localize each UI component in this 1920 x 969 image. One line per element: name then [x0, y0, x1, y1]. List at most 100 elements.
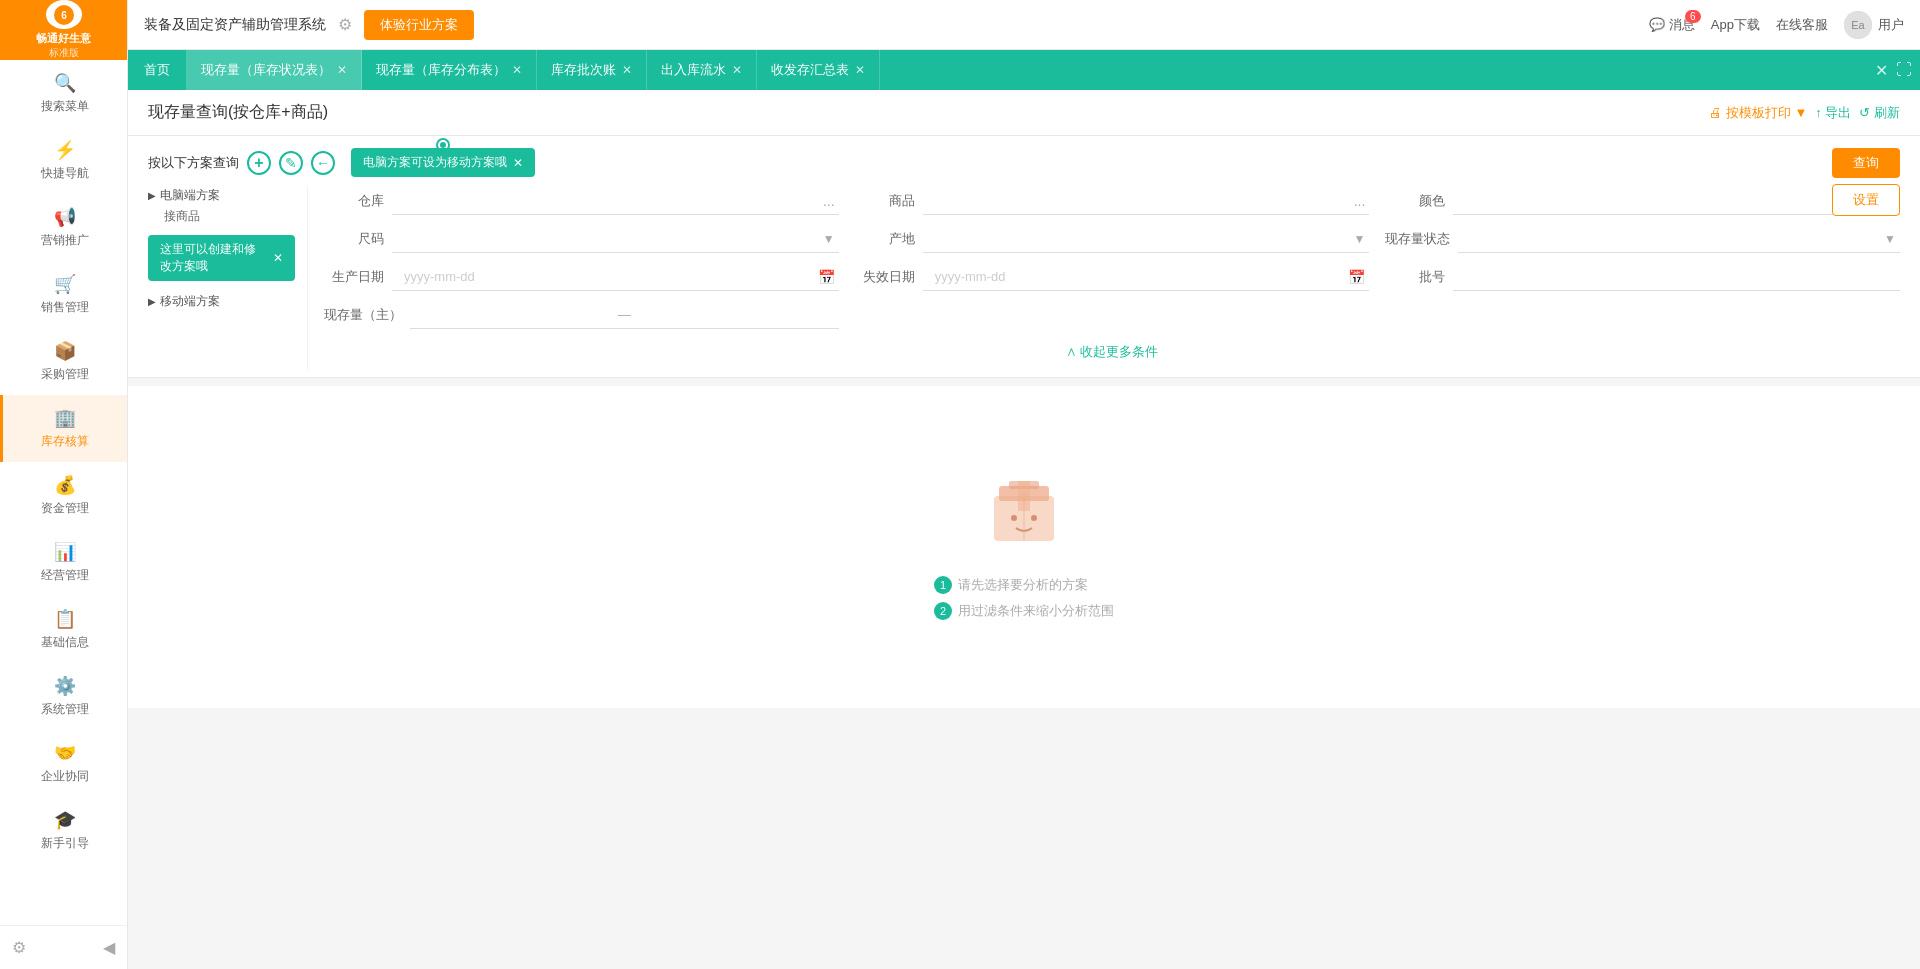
filter-label: 按以下方案查询: [148, 154, 239, 172]
warehouse-label: 仓库: [324, 192, 384, 210]
query-btn[interactable]: 查询: [1832, 148, 1900, 178]
expire-date-calendar-icon[interactable]: 📅: [1348, 269, 1365, 285]
close-all-tabs-icon[interactable]: ✕: [1875, 61, 1888, 80]
add-schema-btn[interactable]: +: [247, 151, 271, 175]
user-area[interactable]: Ea 用户: [1844, 11, 1904, 39]
tab-label: 现存量（库存分布表）: [376, 61, 506, 79]
color-input[interactable]: [1457, 189, 1880, 212]
stock-status-input-wrap: ▼: [1458, 225, 1900, 253]
size-input[interactable]: [396, 227, 819, 250]
origin-dropdown-icon[interactable]: ▼: [1353, 232, 1365, 246]
sidebar-item-label: 搜索菜单: [41, 98, 89, 115]
sidebar-item-purchase[interactable]: 📦 采购管理: [0, 328, 127, 395]
tab-label: 收发存汇总表: [771, 61, 849, 79]
sidebar-item-quick-nav[interactable]: ⚡ 快捷导航: [0, 127, 127, 194]
size-field: 尺码 ▼: [324, 225, 839, 253]
produce-date-input[interactable]: [396, 265, 818, 288]
tab-inventory-dist[interactable]: 现存量（库存分布表） ✕: [362, 50, 537, 90]
settings-icon[interactable]: ⚙: [12, 938, 26, 957]
online-service-link[interactable]: 在线客服: [1776, 16, 1828, 34]
warehouse-input[interactable]: [396, 189, 823, 212]
goods-more-icon[interactable]: ...: [1354, 193, 1366, 209]
maximize-icon[interactable]: ⛶: [1896, 61, 1912, 79]
close-tooltip-icon[interactable]: ✕: [513, 156, 523, 170]
tab-inout-flow[interactable]: 出入库流水 ✕: [647, 50, 757, 90]
tab-home-label: 首页: [144, 61, 170, 79]
sidebar-item-sales[interactable]: 🛒 销售管理: [0, 261, 127, 328]
stock-status-label: 现存量状态: [1385, 230, 1450, 248]
sidebar-item-basic[interactable]: 📋 基础信息: [0, 596, 127, 663]
sidebar-item-inventory[interactable]: 🏢 库存核算: [0, 395, 127, 462]
export-btn[interactable]: ↑ 导出: [1815, 104, 1851, 122]
tip-text-2: 用过滤条件来缩小分析范围: [958, 602, 1114, 620]
expire-date-input[interactable]: [927, 265, 1349, 288]
sidebar-item-marketing[interactable]: 📢 营销推广: [0, 194, 127, 261]
filter-row-4: 现存量（主） —: [324, 301, 1900, 329]
notification-bell[interactable]: 💬 6 消息: [1649, 16, 1695, 34]
back-btn[interactable]: ←: [311, 151, 335, 175]
main-area: 装备及固定资产辅助管理系统 ⚙ 体验行业方案 💬 6 消息 App下载 在线客服…: [128, 0, 1920, 969]
tooltip-pc-scheme[interactable]: 电脑方案可设为移动方案哦 ✕: [351, 148, 535, 177]
stock-status-field: 现存量状态 ▼: [1385, 225, 1900, 253]
tab-inventory-status[interactable]: 现存量（库存状况表） ✕: [187, 50, 362, 90]
app-download-link[interactable]: App下载: [1711, 16, 1760, 34]
tooltip-create-scheme[interactable]: 这里可以创建和修改方案哦 ✕: [148, 235, 295, 281]
bell-icon: 💬: [1649, 17, 1665, 32]
filter-fields: 仓库 ... 商品 ...: [324, 187, 1900, 369]
sidebar-logo: 6 畅通好生意 标准版: [0, 0, 127, 60]
template-print-btn[interactable]: 🖨 按模板打印 ▼: [1709, 104, 1807, 122]
sidebar-item-system[interactable]: ⚙️ 系统管理: [0, 663, 127, 730]
page-header-actions: 🖨 按模板打印 ▼ ↑ 导出 ↺ 刷新: [1709, 104, 1900, 122]
logo-sub: 标准版: [49, 46, 79, 60]
stock-main-from-input[interactable]: [414, 303, 614, 326]
tab-summary[interactable]: 收发存汇总表 ✕: [757, 50, 880, 90]
warehouse-more-icon[interactable]: ...: [823, 193, 835, 209]
close-tab-icon[interactable]: ✕: [512, 63, 522, 77]
goods-input[interactable]: [927, 189, 1354, 212]
close-tab-icon[interactable]: ✕: [622, 63, 632, 77]
empty-tip-1: 1 请先选择要分析的方案: [934, 576, 1114, 594]
stock-main-dash: —: [618, 307, 631, 322]
size-input-wrap: ▼: [392, 225, 839, 253]
edit-schema-btn[interactable]: ✎: [279, 151, 303, 175]
batch-input[interactable]: [1457, 265, 1896, 288]
origin-field: 产地 ▼: [855, 225, 1370, 253]
schema-pc-title[interactable]: ▶ 电脑端方案: [148, 187, 295, 204]
sidebar-item-label: 资金管理: [41, 500, 89, 517]
logo-icon: 6: [46, 0, 82, 29]
sidebar-item-operations[interactable]: 📊 经营管理: [0, 529, 127, 596]
produce-date-input-wrap: 📅: [392, 263, 839, 291]
schema-mobile-title[interactable]: ▶ 移动端方案: [148, 293, 295, 310]
refresh-btn[interactable]: ↺ 刷新: [1859, 104, 1900, 122]
close-tab-icon[interactable]: ✕: [337, 63, 347, 77]
gear-icon[interactable]: ⚙: [338, 15, 352, 34]
stock-status-dropdown-icon[interactable]: ▼: [1884, 232, 1896, 246]
schema-pc-item[interactable]: 接商品: [148, 206, 295, 227]
size-dropdown-icon[interactable]: ▼: [823, 232, 835, 246]
goods-field: 商品 ...: [855, 187, 1370, 215]
empty-state: 1 请先选择要分析的方案 2 用过滤条件来缩小分析范围: [128, 386, 1920, 708]
stock-main-field: 现存量（主） —: [324, 301, 839, 329]
close-tooltip2-icon[interactable]: ✕: [273, 251, 283, 265]
origin-input[interactable]: [927, 227, 1350, 250]
close-tab-icon[interactable]: ✕: [855, 63, 865, 77]
produce-date-calendar-icon[interactable]: 📅: [818, 269, 835, 285]
collapse-sidebar-icon[interactable]: ◀: [103, 938, 115, 957]
sidebar-item-label: 经营管理: [41, 567, 89, 584]
collapse-more-btn[interactable]: ∧ 收起更多条件: [324, 335, 1900, 369]
schema-item-label: 接商品: [164, 209, 200, 223]
close-tab-icon[interactable]: ✕: [732, 63, 742, 77]
sidebar-item-search[interactable]: 🔍 搜索菜单: [0, 60, 127, 127]
reset-btn[interactable]: 设置: [1832, 184, 1900, 216]
tab-batch-account[interactable]: 库存批次账 ✕: [537, 50, 647, 90]
sidebar-item-finance[interactable]: 💰 资金管理: [0, 462, 127, 529]
sidebar: 6 畅通好生意 标准版 🔍 搜索菜单 ⚡ 快捷导航 📢 营销推广 🛒 销售管理 …: [0, 0, 128, 969]
sidebar-item-enterprise[interactable]: 🤝 企业协同: [0, 730, 127, 797]
export-icon: ↑: [1815, 105, 1822, 120]
sidebar-item-guide[interactable]: 🎓 新手引导: [0, 797, 127, 864]
tab-home[interactable]: 首页: [128, 50, 187, 90]
schema-mobile-group: ▶ 移动端方案: [148, 293, 295, 310]
stock-main-to-input[interactable]: [635, 303, 835, 326]
experience-btn[interactable]: 体验行业方案: [364, 10, 474, 40]
stock-status-input[interactable]: [1462, 227, 1880, 250]
